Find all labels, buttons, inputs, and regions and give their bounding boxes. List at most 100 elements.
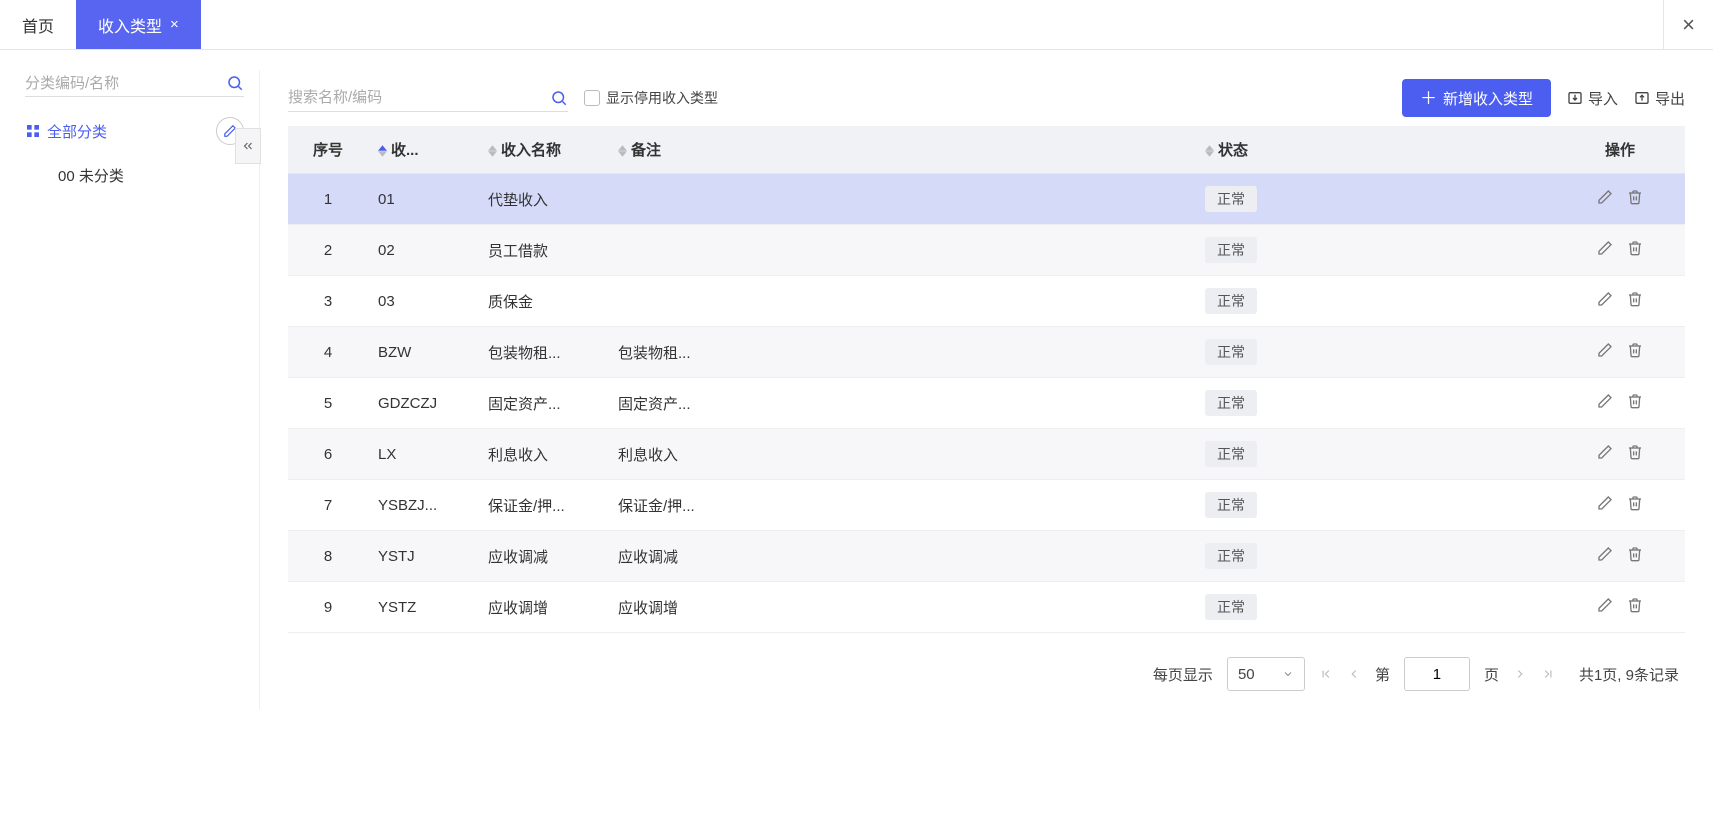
edit-icon: [1597, 597, 1613, 613]
tab-home[interactable]: 首页: [0, 0, 76, 49]
cell-status: 正常: [1195, 378, 1555, 429]
cell-action: [1555, 582, 1685, 633]
col-status[interactable]: 状态: [1195, 126, 1555, 174]
checkbox-icon: [584, 90, 600, 106]
cell-code: GDZCZJ: [368, 378, 478, 429]
import-icon: [1567, 90, 1583, 106]
page-summary: 共1页, 9条记录: [1579, 664, 1679, 685]
trash-icon: [1627, 495, 1643, 511]
col-seq[interactable]: 序号: [288, 126, 368, 174]
cell-remark: [608, 276, 1195, 327]
table-row[interactable]: 4BZW包装物租...包装物租...正常: [288, 327, 1685, 378]
edit-icon: [1597, 444, 1613, 460]
status-badge: 正常: [1205, 594, 1257, 620]
edit-row-button[interactable]: [1597, 189, 1613, 209]
show-disabled-label: 显示停用收入类型: [606, 88, 718, 108]
col-action: 操作: [1555, 126, 1685, 174]
edit-icon: [1597, 189, 1613, 205]
trash-icon: [1627, 291, 1643, 307]
import-button[interactable]: 导入: [1567, 88, 1618, 109]
cell-status: 正常: [1195, 480, 1555, 531]
prev-page-button[interactable]: [1347, 667, 1361, 681]
col-remark[interactable]: 备注: [608, 126, 1195, 174]
edit-row-button[interactable]: [1597, 546, 1613, 566]
delete-row-button[interactable]: [1627, 240, 1643, 260]
last-page-button[interactable]: [1541, 667, 1555, 681]
trash-icon: [1627, 342, 1643, 358]
table-row[interactable]: 6LX利息收入利息收入正常: [288, 429, 1685, 480]
col-name[interactable]: 收入名称: [478, 126, 608, 174]
per-page-label: 每页显示: [1153, 664, 1213, 685]
first-page-button[interactable]: [1319, 667, 1333, 681]
table-row[interactable]: 7YSBZJ...保证金/押...保证金/押...正常: [288, 480, 1685, 531]
edit-icon: [1597, 291, 1613, 307]
tab-income-type[interactable]: 收入类型 ×: [76, 0, 201, 49]
page-suffix: 页: [1484, 664, 1499, 685]
table-row[interactable]: 5GDZCZJ固定资产...固定资产...正常: [288, 378, 1685, 429]
content-search-input[interactable]: [288, 89, 550, 106]
import-label: 导入: [1588, 88, 1618, 109]
table-row[interactable]: 8YSTJ应收调减应收调减正常: [288, 531, 1685, 582]
status-badge: 正常: [1205, 186, 1257, 212]
per-page-select[interactable]: 50: [1227, 657, 1305, 691]
delete-row-button[interactable]: [1627, 597, 1643, 617]
sidebar-item-uncategorized[interactable]: 00 未分类: [10, 155, 259, 196]
delete-row-button[interactable]: [1627, 291, 1643, 311]
edit-row-button[interactable]: [1597, 495, 1613, 515]
edit-row-button[interactable]: [1597, 393, 1613, 413]
edit-row-button[interactable]: [1597, 342, 1613, 362]
show-disabled-checkbox[interactable]: 显示停用收入类型: [584, 88, 718, 108]
cell-status: 正常: [1195, 174, 1555, 225]
edit-row-button[interactable]: [1597, 240, 1613, 260]
cell-seq: 2: [288, 225, 368, 276]
pagination: 每页显示 50 第 页 共1页, 9条记录: [288, 633, 1685, 699]
search-icon[interactable]: [226, 74, 244, 92]
edit-icon: [1597, 546, 1613, 562]
export-button[interactable]: 导出: [1634, 88, 1685, 109]
delete-row-button[interactable]: [1627, 342, 1643, 362]
collapse-sidebar-button[interactable]: [235, 128, 261, 164]
delete-row-button[interactable]: [1627, 393, 1643, 413]
table-row[interactable]: 101代垫收入正常: [288, 174, 1685, 225]
cell-seq: 3: [288, 276, 368, 327]
cell-name: 质保金: [478, 276, 608, 327]
close-all-tabs-icon[interactable]: ×: [1663, 0, 1713, 50]
delete-row-button[interactable]: [1627, 495, 1643, 515]
table-row[interactable]: 9YSTZ应收调增应收调增正常: [288, 582, 1685, 633]
next-page-button[interactable]: [1513, 667, 1527, 681]
cell-code: 01: [368, 174, 478, 225]
table-row[interactable]: 303质保金正常: [288, 276, 1685, 327]
sidebar-search-input[interactable]: [25, 75, 226, 92]
cell-action: [1555, 531, 1685, 582]
table-row[interactable]: 202员工借款正常: [288, 225, 1685, 276]
delete-row-button[interactable]: [1627, 444, 1643, 464]
cell-status: 正常: [1195, 531, 1555, 582]
cell-name: 保证金/押...: [478, 480, 608, 531]
edit-row-button[interactable]: [1597, 444, 1613, 464]
edit-row-button[interactable]: [1597, 291, 1613, 311]
trash-icon: [1627, 444, 1643, 460]
cell-seq: 5: [288, 378, 368, 429]
edit-icon: [1597, 393, 1613, 409]
cell-name: 应收调增: [478, 582, 608, 633]
close-icon[interactable]: ×: [170, 17, 179, 32]
cell-remark: [608, 174, 1195, 225]
trash-icon: [1627, 393, 1643, 409]
toolbar: 显示停用收入类型 ＋ 新增收入类型 导入 导出: [288, 70, 1685, 126]
cell-code: YSBZJ...: [368, 480, 478, 531]
col-code[interactable]: 收...: [368, 126, 478, 174]
per-page-value: 50: [1238, 666, 1255, 683]
sidebar-all-categories[interactable]: 全部分类: [10, 111, 259, 155]
delete-row-button[interactable]: [1627, 546, 1643, 566]
cell-remark: 利息收入: [608, 429, 1195, 480]
status-badge: 正常: [1205, 288, 1257, 314]
add-button-label: 新增收入类型: [1443, 88, 1533, 109]
search-icon[interactable]: [550, 89, 568, 107]
edit-row-button[interactable]: [1597, 597, 1613, 617]
edit-icon: [1597, 240, 1613, 256]
add-income-type-button[interactable]: ＋ 新增收入类型: [1402, 79, 1551, 117]
delete-row-button[interactable]: [1627, 189, 1643, 209]
page-input[interactable]: [1404, 657, 1470, 691]
page-prefix: 第: [1375, 664, 1390, 685]
cell-seq: 4: [288, 327, 368, 378]
